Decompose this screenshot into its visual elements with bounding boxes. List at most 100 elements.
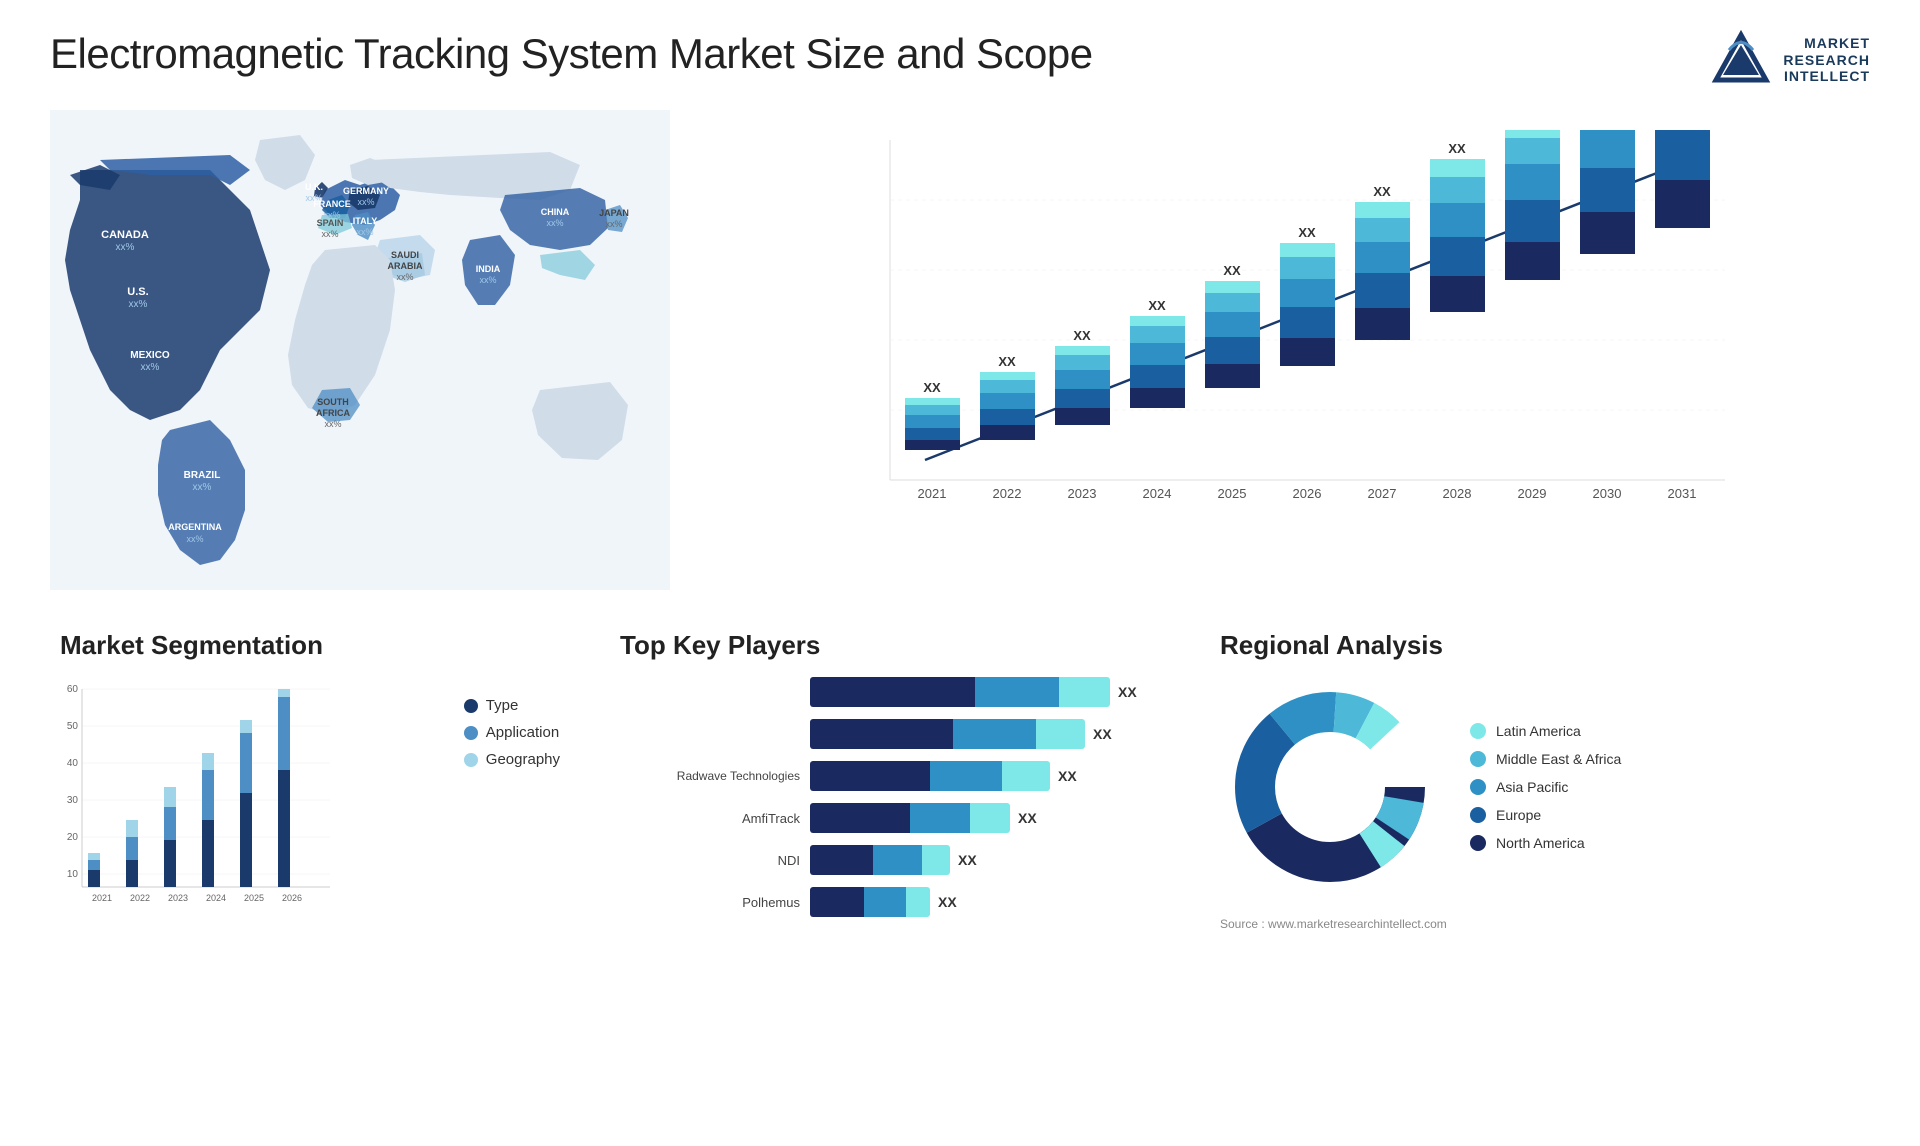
player-bar-wrap-2: XX	[810, 719, 1160, 749]
header: Electromagnetic Tracking System Market S…	[50, 30, 1870, 90]
player-bar-2	[810, 719, 1085, 749]
reg-dot-mea	[1470, 751, 1486, 767]
svg-text:xx%: xx%	[546, 218, 563, 228]
label-canada: CANADA	[101, 229, 149, 241]
svg-text:XX: XX	[998, 354, 1016, 369]
content-grid: CANADA xx% U.S. xx% MEXICO xx% BRAZIL xx…	[50, 110, 1870, 941]
logo-line-3: INTELLECT	[1783, 68, 1870, 85]
player-row-radwave: Radwave Technologies XX	[620, 761, 1160, 791]
player-xx-polhemus: XX	[938, 894, 957, 910]
bar-seg-1a	[810, 677, 975, 707]
legend-label-type: Type	[486, 697, 519, 714]
bottom-row: Market Segmentation 60 50 40 30 20 10	[50, 620, 1870, 941]
svg-text:2026: 2026	[282, 893, 302, 903]
player-row-amfitrack: AmfiTrack XX	[620, 803, 1160, 833]
legend-dot-application	[464, 726, 478, 740]
svg-text:2030: 2030	[1593, 486, 1622, 501]
svg-text:xx%: xx%	[324, 419, 341, 429]
seg-legend: Type Application Geography	[464, 677, 560, 768]
bar-seg-pb	[864, 887, 906, 917]
player-name-amfitrack: AmfiTrack	[620, 811, 800, 826]
player-name-radwave: Radwave Technologies	[620, 769, 800, 783]
segmentation-title: Market Segmentation	[60, 630, 560, 661]
player-bar-radwave	[810, 761, 1050, 791]
reg-legend-mea: Middle East & Africa	[1470, 751, 1621, 767]
label-germany: GERMANY	[343, 186, 389, 196]
svg-text:xx%: xx%	[193, 482, 212, 493]
player-xx-2: XX	[1093, 726, 1112, 742]
label-us: U.S.	[127, 286, 148, 298]
reg-label-na: North America	[1496, 835, 1585, 851]
donut-chart	[1220, 677, 1440, 897]
svg-text:xx%: xx%	[141, 362, 160, 373]
label-china: CHINA	[541, 207, 570, 217]
bar-seg-aa	[810, 803, 910, 833]
player-row-polhemus: Polhemus XX	[620, 887, 1160, 917]
bar-seg-2c	[1036, 719, 1086, 749]
bar-seg-ra	[810, 761, 930, 791]
player-name-polhemus: Polhemus	[620, 895, 800, 910]
map-area: CANADA xx% U.S. xx% MEXICO xx% BRAZIL xx…	[50, 110, 670, 590]
reg-legend-apac: Asia Pacific	[1470, 779, 1621, 795]
svg-text:2026: 2026	[1293, 486, 1322, 501]
regional-inner: Latin America Middle East & Africa Asia …	[1220, 677, 1860, 897]
logo-line-1: MARKET	[1783, 35, 1870, 52]
label-spain: SPAIN	[317, 218, 344, 228]
svg-text:2021: 2021	[92, 893, 112, 903]
reg-dot-latin	[1470, 723, 1486, 739]
bar-seg-1c	[1059, 677, 1110, 707]
reg-dot-apac	[1470, 779, 1486, 795]
svg-text:60: 60	[67, 684, 79, 695]
player-name-ndi: NDI	[620, 853, 800, 868]
svg-text:2022: 2022	[130, 893, 150, 903]
bar-seg-2a	[810, 719, 953, 749]
bar-seg-nb	[873, 845, 922, 875]
bar-seg-1b	[975, 677, 1059, 707]
player-bar-wrap-amfitrack: XX	[810, 803, 1160, 833]
svg-text:2029: 2029	[1518, 486, 1547, 501]
players-title: Top Key Players	[620, 630, 1160, 661]
svg-text:50: 50	[67, 721, 79, 732]
bar-seg-ab	[910, 803, 970, 833]
svg-text:XX: XX	[1448, 141, 1466, 156]
label-india: INDIA	[476, 264, 501, 274]
player-row-ndi: NDI XX	[620, 845, 1160, 875]
svg-text:XX: XX	[1298, 225, 1316, 240]
svg-text:2024: 2024	[1143, 486, 1172, 501]
svg-text:xx%: xx%	[479, 275, 496, 285]
svg-text:xx%: xx%	[116, 242, 135, 253]
player-row-2: XX	[620, 719, 1160, 749]
legend-type: Type	[464, 697, 560, 714]
regional-legend: Latin America Middle East & Africa Asia …	[1470, 723, 1621, 851]
svg-text:2022: 2022	[993, 486, 1022, 501]
label-saudi: SAUDI	[391, 250, 419, 260]
legend-label-geography: Geography	[486, 751, 560, 768]
svg-text:xx%: xx%	[396, 272, 413, 282]
player-xx-1: XX	[1118, 684, 1137, 700]
legend-label-application: Application	[486, 724, 559, 741]
svg-text:xx%: xx%	[186, 534, 203, 544]
player-bar-1	[810, 677, 1110, 707]
world-map: CANADA xx% U.S. xx% MEXICO xx% BRAZIL xx…	[50, 110, 670, 590]
svg-text:2023: 2023	[168, 893, 188, 903]
player-xx-ndi: XX	[958, 852, 977, 868]
legend-dot-type	[464, 699, 478, 713]
label-japan: JAPAN	[599, 208, 629, 218]
legend-geography: Geography	[464, 751, 560, 768]
reg-legend-latin: Latin America	[1470, 723, 1621, 739]
label-brazil: BRAZIL	[184, 470, 221, 481]
player-bar-wrap-radwave: XX	[810, 761, 1160, 791]
svg-text:XX: XX	[1073, 328, 1091, 343]
player-bar-ndi	[810, 845, 950, 875]
svg-text:2024: 2024	[206, 893, 226, 903]
svg-text:xx%: xx%	[129, 299, 148, 310]
svg-text:XX: XX	[1223, 263, 1241, 278]
reg-label-apac: Asia Pacific	[1496, 779, 1568, 795]
segmentation-section: Market Segmentation 60 50 40 30 20 10	[50, 620, 570, 941]
player-bar-wrap-ndi: XX	[810, 845, 1160, 875]
svg-text:2025: 2025	[244, 893, 264, 903]
svg-text:20: 20	[67, 832, 79, 843]
bar-chart-svg: XX 2021 XX 2022 XX	[750, 130, 1850, 550]
svg-text:AFRICA: AFRICA	[316, 408, 350, 418]
logo: MARKET RESEARCH INTELLECT	[1711, 30, 1870, 90]
